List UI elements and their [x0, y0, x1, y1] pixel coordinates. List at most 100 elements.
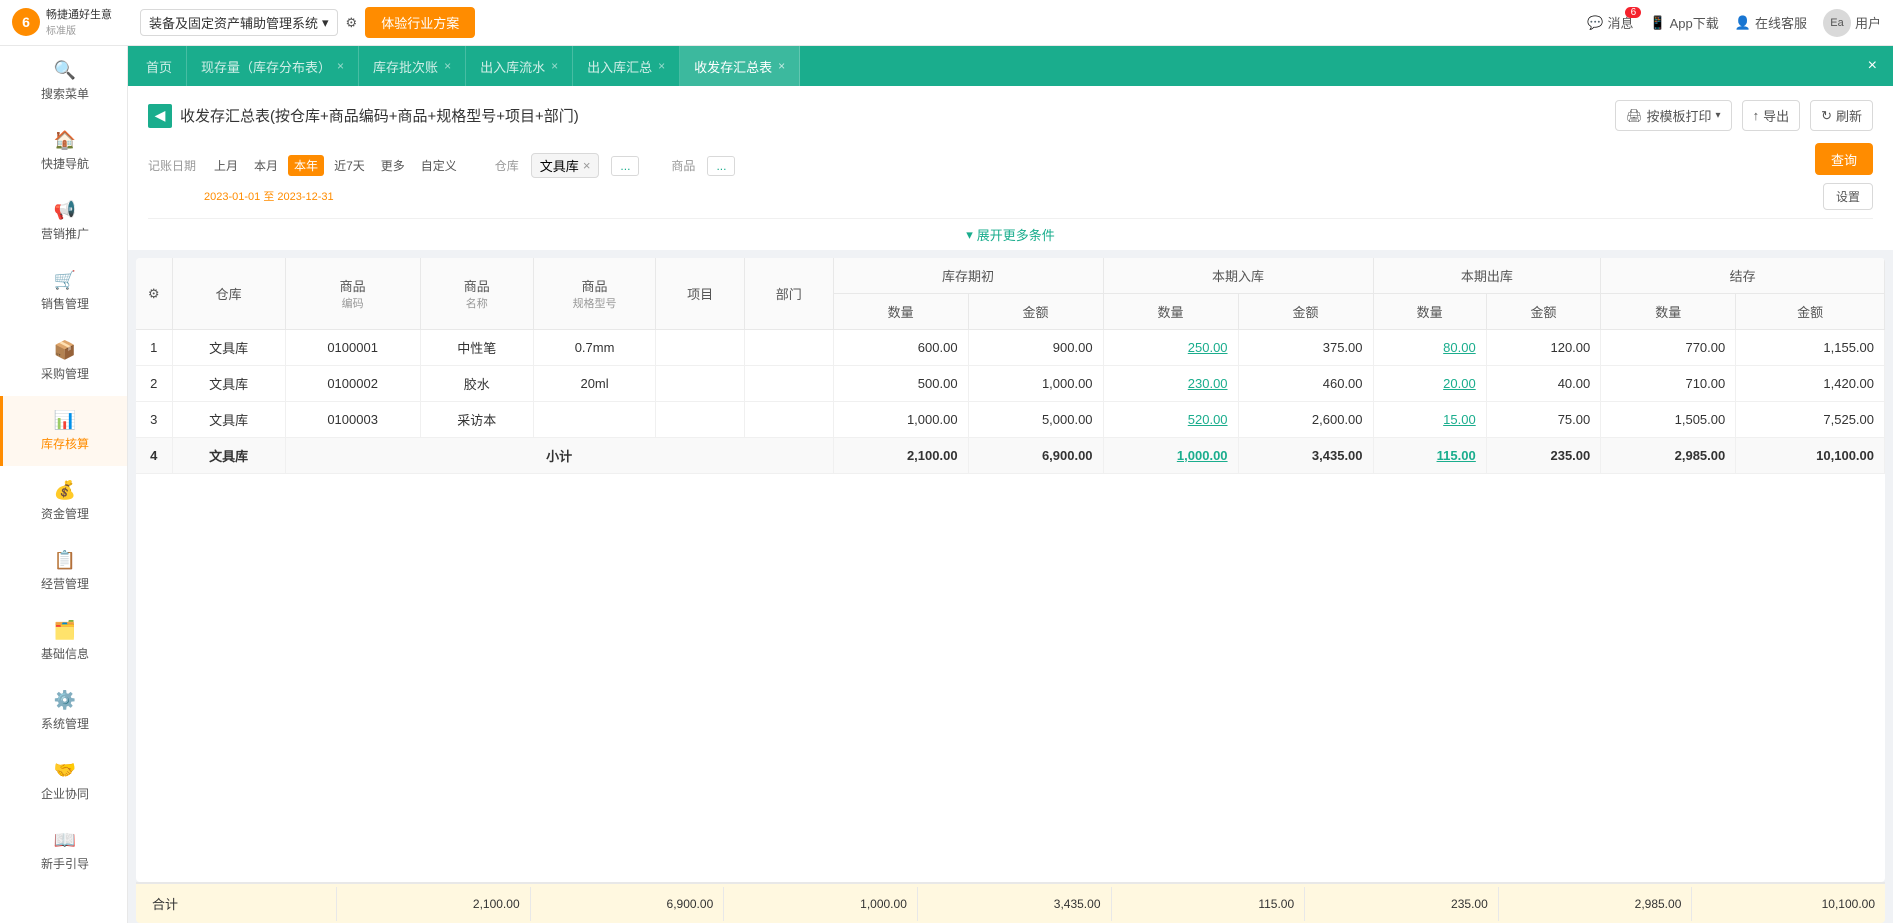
logo-icon: 6	[12, 8, 40, 36]
sidebar-label-sales: 销售管理	[41, 295, 89, 312]
avatar: Ea	[1823, 9, 1851, 37]
service-icon: 👤	[1735, 15, 1751, 31]
cell-subtotal-out-qty[interactable]: 115.00	[1373, 438, 1486, 474]
sidebar-label-business: 经营管理	[41, 575, 89, 592]
date-range-display: 2023-01-01 至 2023-12-31	[148, 188, 1815, 208]
cell-subtotal-balance-qty: 2,985.00	[1601, 438, 1736, 474]
cell-department	[744, 402, 833, 438]
th-in-qty: 数量	[1103, 294, 1238, 330]
tab-summary-close[interactable]: ×	[658, 59, 665, 73]
tab-home[interactable]: 首页	[132, 46, 187, 86]
table-row: 2 文具库 0100002 胶水 20ml 500.00 1,000.00 23…	[136, 366, 1885, 402]
expand-label: 展开更多条件	[977, 225, 1055, 244]
sidebar-item-guide[interactable]: 📖 新手引导	[0, 816, 127, 886]
print-button[interactable]: 🖨 按模板打印 ▾	[1615, 100, 1732, 131]
online-service-label: 在线客服	[1755, 13, 1807, 32]
message-item[interactable]: 💬 消息 6	[1587, 13, 1633, 32]
cell-opening-qty: 600.00	[833, 330, 968, 366]
cell-in-qty[interactable]: 230.00	[1103, 366, 1238, 402]
settings-filter-button[interactable]: 设置	[1823, 183, 1873, 210]
refresh-button[interactable]: ↻ 刷新	[1810, 100, 1873, 131]
sidebar-label-inventory: 库存核算	[41, 435, 89, 452]
warehouse-more-btn[interactable]: ...	[611, 156, 639, 176]
date-btn-custom[interactable]: 自定义	[415, 155, 463, 176]
sidebar-item-finance[interactable]: 💰 资金管理	[0, 466, 127, 536]
tab-summary[interactable]: 出入库汇总 ×	[573, 46, 680, 86]
sidebar-item-sales[interactable]: 🛒 销售管理	[0, 256, 127, 326]
system-dropdown[interactable]: 装备及固定资产辅助管理系统 ▾	[140, 9, 338, 36]
user-item[interactable]: Ea 用户	[1823, 9, 1881, 37]
system-name: 装备及固定资产辅助管理系统	[149, 13, 318, 32]
cell-project	[656, 330, 745, 366]
sidebar-item-inventory[interactable]: 📊 库存核算	[0, 396, 127, 466]
table-row: 1 文具库 0100001 中性笔 0.7mm 600.00 900.00 25…	[136, 330, 1885, 366]
cell-out-qty[interactable]: 15.00	[1373, 402, 1486, 438]
cell-in-qty[interactable]: 520.00	[1103, 402, 1238, 438]
settings-icon[interactable]: ⚙	[346, 15, 358, 31]
message-badge: 6	[1625, 7, 1641, 18]
expand-conditions[interactable]: ▾ 展开更多条件	[148, 218, 1873, 250]
cell-subtotal-warehouse: 文具库	[172, 438, 285, 474]
sidebar-item-search[interactable]: 🔍 搜索菜单	[0, 46, 127, 116]
tab-flow[interactable]: 出入库流水 ×	[466, 46, 573, 86]
th-goods-code: 商品编码	[285, 258, 420, 330]
footer-in-qty: 1,000.00	[723, 887, 917, 921]
sidebar-item-system[interactable]: ⚙️ 系统管理	[0, 676, 127, 746]
cell-out-amt: 120.00	[1486, 330, 1601, 366]
user-label: 用户	[1855, 13, 1881, 32]
goods-more-btn[interactable]: ...	[707, 156, 735, 176]
sidebar-item-enterprise[interactable]: 🤝 企业协同	[0, 746, 127, 816]
tab-inventory-dist-close[interactable]: ×	[337, 59, 344, 73]
sidebar-item-basic[interactable]: 🗂️ 基础信息	[0, 606, 127, 676]
cell-num: 1	[136, 330, 172, 366]
query-button[interactable]: 查询	[1815, 143, 1873, 175]
cell-subtotal-in-qty[interactable]: 1,000.00	[1103, 438, 1238, 474]
cell-warehouse: 文具库	[172, 330, 285, 366]
warehouse-tag-close[interactable]: ×	[583, 158, 591, 173]
marketing-icon: 📢	[54, 200, 76, 221]
tab-bar-close-all[interactable]: ×	[1856, 57, 1889, 75]
table-settings-icon[interactable]: ⚙	[148, 286, 160, 301]
cell-out-qty[interactable]: 80.00	[1373, 330, 1486, 366]
filter-row-1: 记账日期 上月 本月 本年 近7天 更多 自定义 仓库 文	[148, 143, 1815, 188]
cell-in-qty[interactable]: 250.00	[1103, 330, 1238, 366]
cell-num: 4	[136, 438, 172, 474]
tab-flow-close[interactable]: ×	[551, 59, 558, 73]
th-balance-qty: 数量	[1601, 294, 1736, 330]
tab-batch-close[interactable]: ×	[444, 59, 451, 73]
cell-balance-qty: 710.00	[1601, 366, 1736, 402]
th-balance-group: 结存	[1601, 258, 1885, 294]
tab-receive-send[interactable]: 收发存汇总表 ×	[680, 46, 800, 86]
tab-inventory-dist[interactable]: 现存量（库存分布表） ×	[187, 46, 359, 86]
tab-batch[interactable]: 库存批次账 ×	[359, 46, 466, 86]
footer-out-amt: 235.00	[1304, 887, 1498, 921]
cell-name: 胶水	[420, 366, 533, 402]
sidebar-item-marketing[interactable]: 📢 营销推广	[0, 186, 127, 256]
date-btn-this-month[interactable]: 本月	[248, 155, 284, 176]
sidebar-item-business[interactable]: 📋 经营管理	[0, 536, 127, 606]
date-btn-last-month[interactable]: 上月	[208, 155, 244, 176]
app-download-item[interactable]: 📱 App下载	[1649, 13, 1718, 32]
date-btn-more[interactable]: 更多	[375, 155, 411, 176]
trial-button[interactable]: 体验行业方案	[365, 7, 475, 38]
sidebar-item-purchase[interactable]: 📦 采购管理	[0, 326, 127, 396]
system-selector: 装备及固定资产辅助管理系统 ▾ ⚙ 体验行业方案	[140, 7, 1587, 38]
tab-receive-send-close[interactable]: ×	[778, 59, 785, 73]
cell-out-qty[interactable]: 20.00	[1373, 366, 1486, 402]
footer-label-text: 合计	[152, 897, 178, 912]
export-button[interactable]: ↑ 导出	[1742, 100, 1801, 131]
tab-batch-label: 库存批次账	[373, 57, 438, 76]
sidebar-item-quick-nav[interactable]: 🏠 快捷导航	[0, 116, 127, 186]
cell-in-amt: 375.00	[1238, 330, 1373, 366]
date-btn-this-year[interactable]: 本年	[288, 155, 324, 176]
sidebar-label-quick-nav: 快捷导航	[41, 155, 89, 172]
cell-subtotal-label: 小计	[285, 438, 833, 474]
date-btn-7days[interactable]: 近7天	[328, 155, 371, 176]
cell-balance-amt: 1,420.00	[1736, 366, 1885, 402]
tab-inventory-dist-label: 现存量（库存分布表）	[201, 57, 331, 76]
online-service-item[interactable]: 👤 在线客服	[1735, 13, 1807, 32]
sidebar: 🔍 搜索菜单 🏠 快捷导航 📢 营销推广 🛒 销售管理 📦 采购管理 📊 库存核…	[0, 46, 128, 923]
cell-code: 0100001	[285, 330, 420, 366]
main-layout: 🔍 搜索菜单 🏠 快捷导航 📢 营销推广 🛒 销售管理 📦 采购管理 📊 库存核…	[0, 46, 1893, 923]
collapse-btn[interactable]: ◀	[148, 104, 172, 128]
